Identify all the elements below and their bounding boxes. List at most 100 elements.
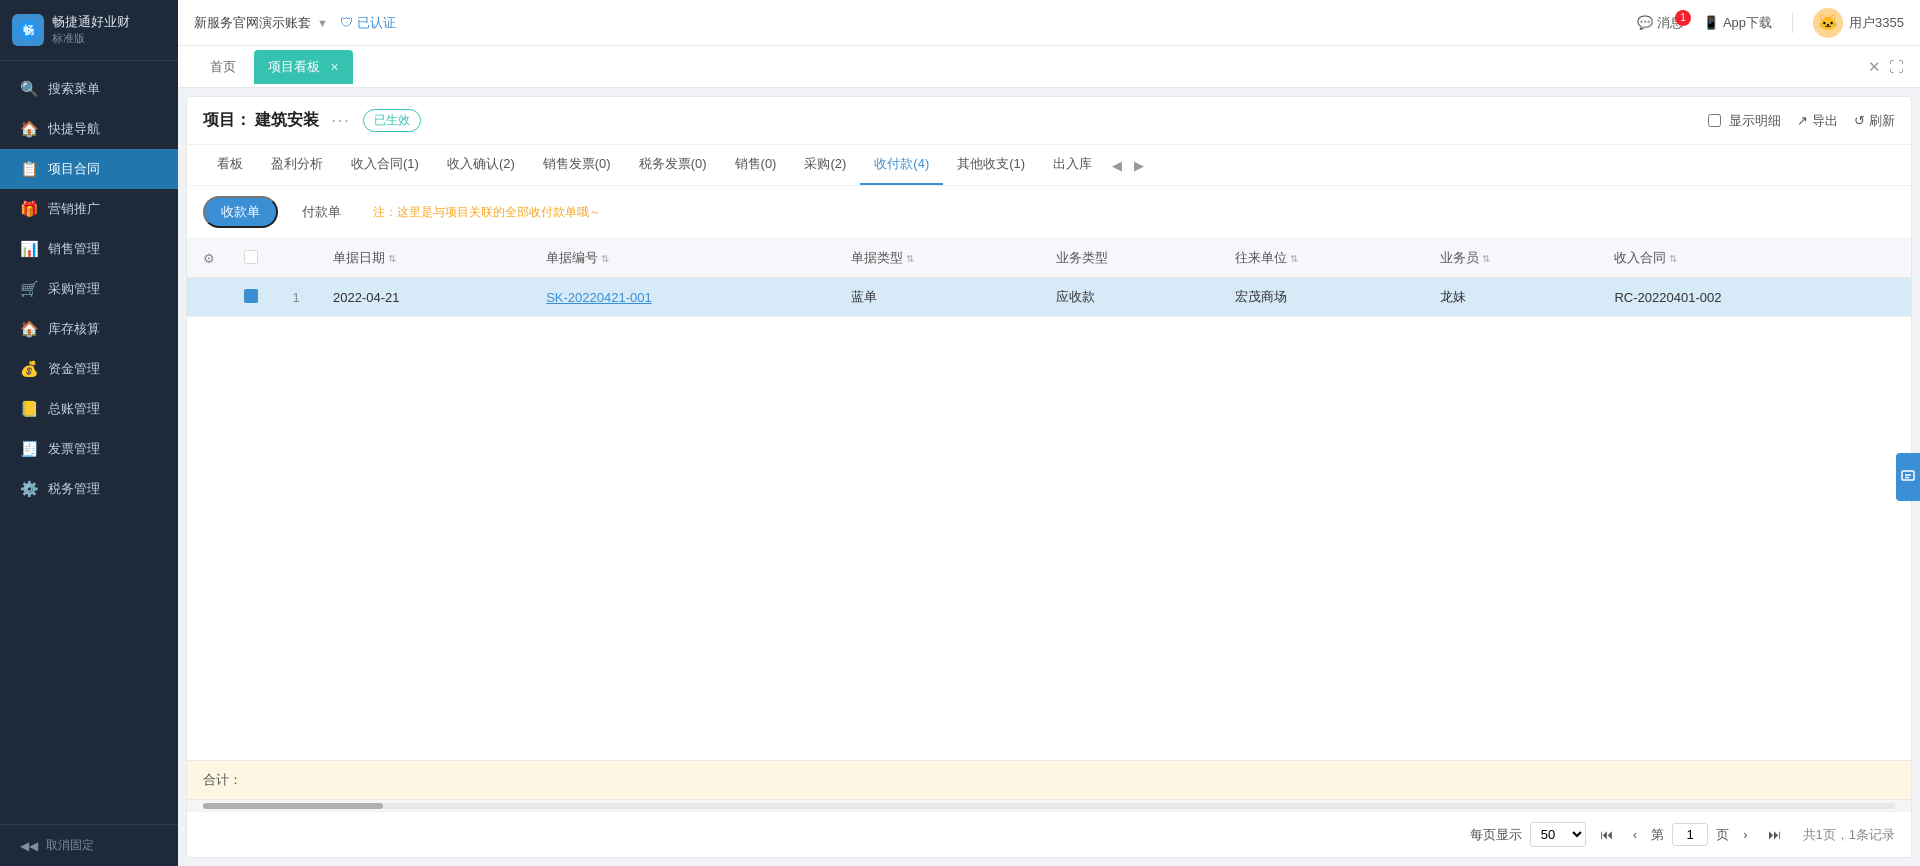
sidebar-item-sales-mgmt[interactable]: 📊 销售管理 (0, 229, 178, 269)
account-selector[interactable]: 新服务官网演示账套 ▼ (194, 14, 328, 32)
window-close-button[interactable]: ✕ (1868, 58, 1881, 76)
sub-tabs: 收款单 付款单 注：这里是与项目关联的全部收付款单哦～ (187, 186, 1911, 239)
sidebar-item-tax[interactable]: ⚙️ 税务管理 (0, 469, 178, 509)
tax-icon: ⚙️ (20, 480, 38, 498)
shield-icon: 🛡 (340, 15, 353, 30)
project-label: 项目： (203, 111, 251, 128)
first-page-button[interactable]: ⏮ (1594, 824, 1619, 845)
user-name: 用户3355 (1849, 14, 1904, 32)
row-doc-type: 蓝单 (839, 278, 1044, 317)
sidebar-item-label: 总账管理 (48, 400, 100, 418)
sec-tab-next-arrow[interactable]: ▶ (1128, 148, 1150, 183)
sidebar-item-general-ledger[interactable]: 📒 总账管理 (0, 389, 178, 429)
sec-tab-receipts[interactable]: 收付款(4) (860, 145, 943, 185)
row-checkbox[interactable] (244, 289, 258, 303)
marketing-icon: 🎁 (20, 200, 38, 218)
row-date: 2022-04-21 (321, 278, 534, 317)
topbar-right: 💬 消息 1 📱 App下载 🐱 用户3355 (1637, 8, 1904, 38)
sec-tab-income-confirm[interactable]: 收入确认(2) (433, 145, 529, 185)
refresh-button[interactable]: ↺ 刷新 (1854, 112, 1895, 130)
doc-type-sort-icon: ⇅ (906, 253, 914, 264)
page-end-word: 页 (1716, 826, 1729, 844)
row-number[interactable]: SK-20220421-001 (534, 278, 839, 317)
page-number-input[interactable] (1672, 823, 1708, 846)
date-sort-icon: ⇅ (388, 253, 396, 264)
sec-tab-purchase[interactable]: 采购(2) (790, 145, 860, 185)
tab-project-board[interactable]: 项目看板 ✕ (254, 50, 353, 84)
sidebar-item-purchase-mgmt[interactable]: 🛒 采购管理 (0, 269, 178, 309)
page-size-select[interactable]: 50 100 200 (1530, 822, 1586, 847)
sidebar-item-project-contract[interactable]: 📋 项目合同 (0, 149, 178, 189)
date-col-header[interactable]: 单据日期⇅ (321, 239, 534, 278)
sidebar-item-label: 营销推广 (48, 200, 100, 218)
svg-text:畅: 畅 (23, 24, 34, 36)
next-page-button[interactable]: › (1737, 824, 1753, 845)
doc-type-col-header[interactable]: 单据类型⇅ (839, 239, 1044, 278)
sec-tab-profit-analysis[interactable]: 盈利分析 (257, 145, 337, 185)
sec-tab-prev-arrow[interactable]: ◀ (1106, 148, 1128, 183)
show-detail-checkbox[interactable] (1708, 114, 1721, 127)
partner-col-header[interactable]: 往来单位⇅ (1223, 239, 1428, 278)
sub-tab-hint: 注：这里是与项目关联的全部收付款单哦～ (373, 204, 601, 221)
topbar-divider (1792, 13, 1793, 33)
sidebar-footer[interactable]: ◀◀ 取消固定 (0, 824, 178, 866)
app-logo: 畅 (12, 14, 44, 46)
sidebar-item-quick-nav[interactable]: 🏠 快捷导航 (0, 109, 178, 149)
sec-tab-sales[interactable]: 销售(0) (721, 145, 791, 185)
sidebar-item-search[interactable]: 🔍 搜索菜单 (0, 69, 178, 109)
user-menu[interactable]: 🐱 用户3355 (1813, 8, 1904, 38)
general-ledger-icon: 📒 (20, 400, 38, 418)
prev-page-button[interactable]: ‹ (1627, 824, 1643, 845)
page-word: 第 (1651, 826, 1664, 844)
sec-tab-income-contract[interactable]: 收入合同(1) (337, 145, 433, 185)
settings-col-header[interactable]: ⚙ (187, 239, 231, 278)
sec-tab-sales-invoice[interactable]: 销售发票(0) (529, 145, 625, 185)
sec-tab-in-out[interactable]: 出入库 (1039, 145, 1106, 185)
window-maximize-button[interactable]: ⛶ (1889, 58, 1904, 76)
sidebar-item-inventory[interactable]: 🏠 库存核算 (0, 309, 178, 349)
income-contract-col-header[interactable]: 收入合同⇅ (1602, 239, 1911, 278)
app-download-label: App下载 (1723, 14, 1772, 32)
table-wrapper: ⚙ 单据日期⇅ 单据编号⇅ 单 (187, 239, 1911, 760)
sidebar-item-finance[interactable]: 💰 资金管理 (0, 349, 178, 389)
receipt-tab-button[interactable]: 收款单 (203, 196, 278, 228)
tab-close-icon[interactable]: ✕ (330, 61, 339, 73)
feedback-icon[interactable] (1896, 453, 1920, 501)
salesperson-col-header[interactable]: 业务员⇅ (1428, 239, 1602, 278)
page-container: 项目： 建筑安装 ··· 已生效 显示明细 ↗ 导出 ↺ (178, 88, 1920, 866)
table-row[interactable]: 1 2022-04-21 SK-20220421-001 蓝单 应收款 宏茂商场… (187, 278, 1911, 317)
page: 项目： 建筑安装 ··· 已生效 显示明细 ↗ 导出 ↺ (186, 96, 1912, 858)
select-all-checkbox[interactable] (244, 250, 258, 264)
totals-label: 合计： (203, 772, 242, 787)
sidebar-header: 畅 畅捷通好业财 标准版 (0, 0, 178, 61)
project-contract-icon: 📋 (20, 160, 38, 178)
sec-tab-other-income[interactable]: 其他收支(1) (943, 145, 1039, 185)
secondary-tabs: 看板 盈利分析 收入合同(1) 收入确认(2) 销售发票(0) 税务发票(0) … (187, 145, 1911, 186)
message-button[interactable]: 💬 消息 1 (1637, 14, 1683, 32)
tab-project-board-label: 项目看板 (268, 59, 320, 74)
sidebar-item-label: 库存核算 (48, 320, 100, 338)
app-download-button[interactable]: 📱 App下载 (1703, 14, 1772, 32)
horizontal-scrollbar[interactable] (187, 799, 1911, 811)
sidebar-item-invoice[interactable]: 🧾 发票管理 (0, 429, 178, 469)
scrollbar-thumb[interactable] (203, 803, 383, 809)
index-col-header (271, 239, 321, 278)
tab-home[interactable]: 首页 (194, 50, 252, 84)
sidebar-item-label: 快捷导航 (48, 120, 100, 138)
sidebar-item-marketing[interactable]: 🎁 营销推广 (0, 189, 178, 229)
sec-tab-tax-invoice[interactable]: 税务发票(0) (625, 145, 721, 185)
last-page-button[interactable]: ⏭ (1762, 824, 1787, 845)
show-detail-toggle[interactable]: 显示明细 (1708, 112, 1781, 130)
row-salesperson: 龙妹 (1428, 278, 1602, 317)
sales-mgmt-icon: 📊 (20, 240, 38, 258)
main-content: 新服务官网演示账套 ▼ 🛡 已认证 💬 消息 1 📱 App下载 🐱 用户335… (178, 0, 1920, 866)
sec-tab-board[interactable]: 看板 (203, 145, 257, 185)
number-col-header[interactable]: 单据编号⇅ (534, 239, 839, 278)
export-button[interactable]: ↗ 导出 (1797, 112, 1838, 130)
project-name: 建筑安装 (255, 111, 319, 128)
sidebar-item-label: 搜索菜单 (48, 80, 100, 98)
topbar: 新服务官网演示账套 ▼ 🛡 已认证 💬 消息 1 📱 App下载 🐱 用户335… (178, 0, 1920, 46)
more-options-button[interactable]: ··· (331, 112, 350, 130)
row-checkbox-cell[interactable] (231, 278, 271, 317)
payment-tab-button[interactable]: 付款单 (286, 198, 357, 226)
